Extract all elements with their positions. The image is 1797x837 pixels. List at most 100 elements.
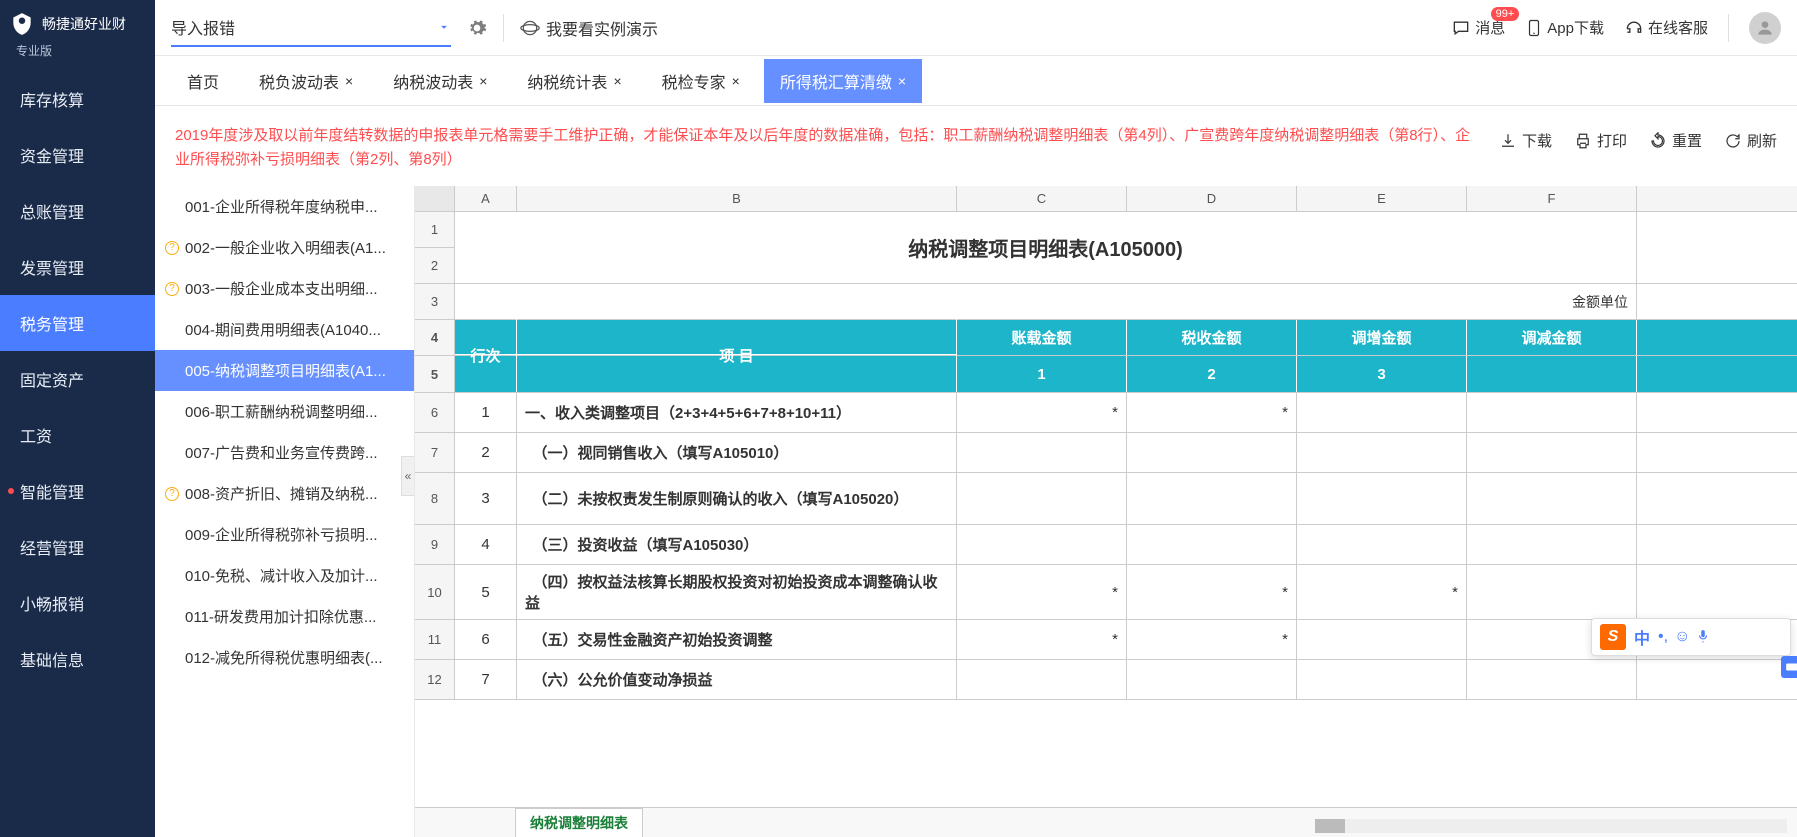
tree-item[interactable]: 012-减免所得税优惠明细表(... — [155, 637, 414, 678]
cell-value[interactable] — [1467, 660, 1637, 699]
cell-value[interactable] — [1127, 473, 1297, 524]
close-icon[interactable]: × — [613, 73, 621, 89]
row-header[interactable]: 9 — [415, 525, 455, 564]
col-header[interactable]: F — [1467, 186, 1637, 211]
cell-seq[interactable]: 5 — [455, 565, 517, 619]
select-all-corner[interactable] — [415, 186, 455, 211]
cell-value[interactable]: * — [1127, 620, 1297, 659]
cell-value[interactable] — [1297, 393, 1467, 432]
close-icon[interactable]: × — [479, 73, 487, 89]
cell-value[interactable] — [957, 433, 1127, 472]
ime-punct-icon[interactable]: •, — [1658, 628, 1668, 646]
cell-value[interactable]: * — [957, 393, 1127, 432]
col-header[interactable]: A — [455, 186, 517, 211]
close-icon[interactable]: × — [898, 73, 906, 89]
row-header[interactable]: 5 — [415, 356, 455, 392]
refresh-button[interactable]: 刷新 — [1724, 130, 1777, 151]
page-tab[interactable]: 首页 — [171, 59, 235, 103]
cell-seq[interactable]: 2 — [455, 433, 517, 472]
ime-emoji-icon[interactable]: ☺ — [1674, 628, 1690, 646]
sidebar-item[interactable]: 总账管理 — [0, 183, 155, 239]
sidebar-item[interactable]: 经营管理 — [0, 519, 155, 575]
sheet-tab[interactable]: 纳税调整明细表 — [515, 808, 643, 837]
sidebar-item[interactable]: 小畅报销 — [0, 575, 155, 631]
row-header[interactable]: 7 — [415, 433, 455, 472]
cell-value[interactable] — [957, 660, 1127, 699]
cell-value[interactable] — [1467, 433, 1637, 472]
cell-value[interactable] — [1297, 660, 1467, 699]
cell-value[interactable] — [1297, 620, 1467, 659]
reset-button[interactable]: 重置 — [1649, 130, 1702, 151]
cell-item[interactable]: （四）按权益法核算长期股权投资对初始投资成本调整确认收益 — [517, 565, 957, 619]
sheet-body[interactable]: 1 2 纳税调整项目明细表(A105000) 3 金额单位 4 — [415, 212, 1797, 807]
cell-value[interactable] — [1297, 433, 1467, 472]
cell-value[interactable] — [1297, 525, 1467, 564]
app-download-button[interactable]: App下载 — [1525, 17, 1604, 38]
sidebar-item[interactable]: 基础信息 — [0, 631, 155, 687]
help-icon[interactable]: ? — [165, 241, 179, 255]
tree-item[interactable]: 010-免税、减计收入及加计... — [155, 555, 414, 596]
cell-value[interactable]: * — [957, 565, 1127, 619]
cell-item[interactable]: （一）视同销售收入（填写A105010） — [517, 433, 957, 472]
cell-value[interactable] — [1467, 393, 1637, 432]
row-header[interactable]: 3 — [415, 284, 455, 319]
tree-item[interactable]: 001-企业所得税年度纳税申... — [155, 186, 414, 227]
online-service-button[interactable]: 在线客服 — [1624, 17, 1708, 38]
page-tab[interactable]: 税负波动表× — [243, 59, 369, 103]
sidebar-item[interactable]: 税务管理 — [0, 295, 155, 351]
download-button[interactable]: 下载 — [1499, 130, 1552, 151]
cell-value[interactable]: * — [1127, 393, 1297, 432]
cell-seq[interactable]: 3 — [455, 473, 517, 524]
module-dropdown[interactable]: 导入报错 — [171, 9, 451, 47]
row-header[interactable]: 6 — [415, 393, 455, 432]
close-icon[interactable]: × — [345, 73, 353, 89]
tree-item[interactable]: ?003-一般企业成本支出明细... — [155, 268, 414, 309]
tree-item[interactable]: 009-企业所得税弥补亏损明... — [155, 514, 414, 555]
cell-value[interactable] — [957, 473, 1127, 524]
sidebar-item[interactable]: 发票管理 — [0, 239, 155, 295]
cell-item[interactable]: （六）公允价值变动净损益 — [517, 660, 957, 699]
cell-item[interactable]: （二）未按权责发生制原则确认的收入（填写A105020） — [517, 473, 957, 524]
tree-item[interactable]: 011-研发费用加计扣除优惠... — [155, 596, 414, 637]
ime-lang[interactable]: 中 — [1634, 625, 1650, 649]
col-header[interactable]: D — [1127, 186, 1297, 211]
tree-item[interactable]: 006-职工薪酬纳税调整明细... — [155, 391, 414, 432]
page-tab[interactable]: 税检专家× — [646, 59, 756, 103]
help-icon[interactable]: ? — [165, 282, 179, 296]
cell-value[interactable]: * — [957, 620, 1127, 659]
help-icon[interactable]: ? — [165, 487, 179, 501]
horizontal-scrollbar[interactable] — [1315, 819, 1787, 833]
cell-seq[interactable]: 1 — [455, 393, 517, 432]
cell-value[interactable] — [957, 525, 1127, 564]
col-header[interactable]: E — [1297, 186, 1467, 211]
cell-item[interactable]: 一、收入类调整项目（2+3+4+5+6+7+8+10+11） — [517, 393, 957, 432]
row-header[interactable]: 1 — [415, 212, 455, 248]
sidebar-item[interactable]: 固定资产 — [0, 351, 155, 407]
tree-item[interactable]: 005-纳税调整项目明细表(A1... — [155, 350, 414, 391]
cell-value[interactable] — [1467, 565, 1637, 619]
cell-value[interactable] — [1127, 660, 1297, 699]
avatar[interactable] — [1749, 12, 1781, 44]
sidebar-item[interactable]: 工资 — [0, 407, 155, 463]
sidebar-item[interactable]: 智能管理 — [0, 463, 155, 519]
cell-value[interactable] — [1127, 525, 1297, 564]
page-tab[interactable]: 纳税波动表× — [377, 59, 503, 103]
ime-toolbar[interactable]: S 中 •, ☺ — [1591, 618, 1791, 656]
cell-value[interactable]: * — [1297, 565, 1467, 619]
messages-button[interactable]: 消息 99+ — [1451, 17, 1505, 38]
cell-value[interactable]: * — [1127, 565, 1297, 619]
ime-voice-icon[interactable] — [1696, 628, 1710, 646]
tree-item[interactable]: 004-期间费用明细表(A1040... — [155, 309, 414, 350]
cell-item[interactable]: （五）交易性金融资产初始投资调整 — [517, 620, 957, 659]
col-header[interactable]: C — [957, 186, 1127, 211]
row-header[interactable]: 12 — [415, 660, 455, 699]
tree-item[interactable]: 007-广告费和业务宣传费跨... — [155, 432, 414, 473]
ime-keyboard-icon[interactable] — [1781, 656, 1797, 678]
row-header[interactable]: 10 — [415, 565, 455, 619]
row-header[interactable]: 8 — [415, 473, 455, 524]
cell-seq[interactable]: 7 — [455, 660, 517, 699]
cell-seq[interactable]: 6 — [455, 620, 517, 659]
cell-seq[interactable]: 4 — [455, 525, 517, 564]
row-header[interactable]: 2 — [415, 248, 455, 283]
sidebar-item[interactable]: 库存核算 — [0, 71, 155, 127]
